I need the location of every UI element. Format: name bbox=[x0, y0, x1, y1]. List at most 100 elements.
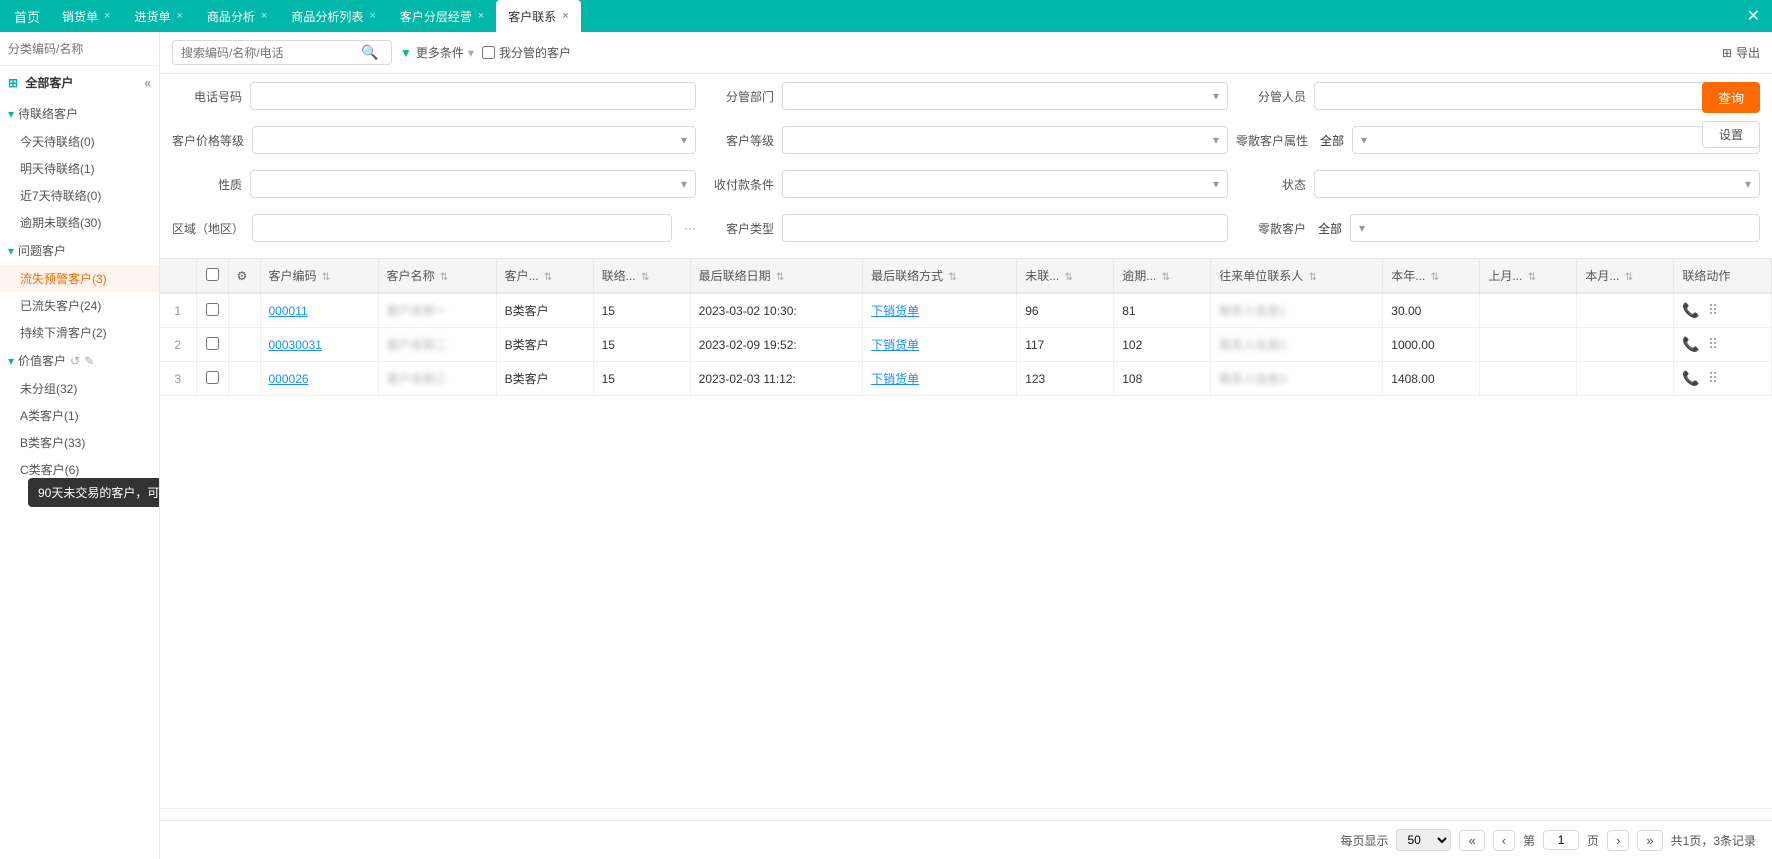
refresh-icon[interactable]: ↺ bbox=[70, 354, 80, 368]
sidebar-item-class-a[interactable]: A类客户(1) bbox=[0, 402, 159, 429]
sort-icon-code[interactable]: ⇅ bbox=[322, 272, 330, 283]
col-action: 联络动作 bbox=[1674, 259, 1772, 293]
tab-home[interactable]: 首页 bbox=[4, 7, 50, 26]
tab-analysis[interactable]: 商品分析 × bbox=[195, 0, 279, 32]
arrow-down-icon: ▾ bbox=[8, 107, 14, 121]
filter-row-zero-customer: 零散客户 全部 ▾ bbox=[1236, 214, 1760, 242]
main-search-input[interactable] bbox=[181, 46, 361, 60]
sidebar-item-churn-warning[interactable]: 流失预警客户(3) bbox=[0, 265, 159, 292]
status-select[interactable]: ▾ bbox=[1314, 170, 1760, 198]
close-tab-analysis[interactable]: × bbox=[261, 10, 267, 22]
close-tab-sales[interactable]: × bbox=[104, 10, 110, 22]
sidebar-group-problem-header[interactable]: ▾ 问题客户 bbox=[0, 236, 159, 265]
first-page-btn[interactable]: « bbox=[1459, 830, 1484, 851]
sidebar-item-tomorrow-pending[interactable]: 明天待联络(1) bbox=[0, 155, 159, 182]
row-this-year-1: 30.00 bbox=[1383, 293, 1480, 328]
sort-icon-overdue[interactable]: ⇅ bbox=[1162, 272, 1170, 283]
row-last-type-2[interactable]: 下销货单 bbox=[863, 328, 1017, 362]
horizontal-scrollbar[interactable] bbox=[160, 808, 1772, 820]
all-customers-header[interactable]: ⊞ 全部客户 « bbox=[0, 66, 159, 99]
window-close-icon[interactable]: ✕ bbox=[1747, 6, 1768, 26]
gender-select[interactable]: ▾ bbox=[250, 170, 696, 198]
row-last-type-1[interactable]: 下销货单 bbox=[863, 293, 1017, 328]
sidebar-collapse-icon[interactable]: « bbox=[144, 76, 151, 90]
close-tab-customer-contact[interactable]: × bbox=[562, 10, 568, 22]
region-select[interactable] bbox=[252, 214, 672, 242]
customer-type-select[interactable] bbox=[782, 214, 1228, 242]
row-check-3[interactable] bbox=[196, 362, 228, 396]
action-phone-icon-1[interactable]: 📞 bbox=[1682, 302, 1699, 319]
sidebar-item-overdue-pending[interactable]: 逾期未联络(30) bbox=[0, 209, 159, 236]
sidebar: 🔍 ⊞ 全部客户 « ▾ 待联络客户 今天待联络(0) 明天待联络(1) 近7天… bbox=[0, 32, 160, 859]
row-code-2[interactable]: 00030031 bbox=[260, 328, 378, 362]
tab-customer-tier[interactable]: 客户分层经营 × bbox=[388, 0, 496, 32]
table-row: 2 00030031 客户名称二 B类客户 15 2023- bbox=[160, 328, 1772, 362]
sidebar-item-declining[interactable]: 持续下滑客户(2) bbox=[0, 319, 159, 346]
sort-icon-partner[interactable]: ⇅ bbox=[1309, 272, 1317, 283]
sort-icon-contact[interactable]: ⇅ bbox=[641, 272, 649, 283]
tab-sales[interactable]: 销货单 × bbox=[50, 0, 122, 32]
zero-customer-select[interactable]: ▾ bbox=[1350, 214, 1760, 242]
sort-icon-last-month[interactable]: ⇅ bbox=[1528, 272, 1536, 283]
edit-icon[interactable]: ✎ bbox=[84, 354, 94, 368]
prev-page-btn[interactable]: ‹ bbox=[1493, 830, 1515, 851]
sort-icon-this-year[interactable]: ⇅ bbox=[1431, 272, 1439, 283]
tab-purchase[interactable]: 进货单 × bbox=[122, 0, 194, 32]
select-all-checkbox[interactable] bbox=[206, 268, 219, 281]
sort-icon-not-contacted[interactable]: ⇅ bbox=[1065, 272, 1073, 283]
action-more-icon-2[interactable]: ⠿ bbox=[1708, 336, 1718, 353]
sort-icon-this-month[interactable]: ⇅ bbox=[1625, 272, 1633, 283]
action-phone-icon-2[interactable]: 📞 bbox=[1682, 336, 1699, 353]
my-customers-check[interactable] bbox=[482, 46, 495, 59]
action-phone-icon-3[interactable]: 📞 bbox=[1682, 370, 1699, 387]
main-search-icon[interactable]: 🔍 bbox=[361, 44, 378, 61]
sidebar-item-ungrouped[interactable]: 未分组(32) bbox=[0, 375, 159, 402]
sort-icon-name[interactable]: ⇅ bbox=[440, 272, 448, 283]
page-input[interactable] bbox=[1543, 830, 1579, 850]
sidebar-group-pending-header[interactable]: ▾ 待联络客户 bbox=[0, 99, 159, 128]
my-customers-checkbox[interactable]: 我分管的客户 bbox=[482, 44, 571, 61]
col-settings[interactable]: ⚙ bbox=[228, 259, 260, 293]
sidebar-group-value-header[interactable]: ▾ 价值客户 ↺ ✎ bbox=[0, 346, 159, 375]
sort-icon-last-type[interactable]: ⇅ bbox=[949, 272, 957, 283]
per-page-select[interactable]: 50 20 100 bbox=[1396, 829, 1451, 851]
region-dots[interactable]: ··· bbox=[684, 221, 696, 235]
next-page-btn[interactable]: › bbox=[1607, 830, 1629, 851]
tab-analysis-list[interactable]: 商品分析列表 × bbox=[279, 0, 387, 32]
zero-customer-label: 零散客户 bbox=[1236, 220, 1306, 237]
row-code-3[interactable]: 000026 bbox=[260, 362, 378, 396]
zero-attr-select[interactable]: ▾ bbox=[1352, 126, 1760, 154]
payment-select[interactable]: ▾ bbox=[782, 170, 1228, 198]
tab-customer-contact[interactable]: 客户联系 × bbox=[496, 0, 580, 32]
close-tab-purchase[interactable]: × bbox=[176, 10, 182, 22]
sidebar-search-input[interactable] bbox=[8, 42, 160, 56]
person-select[interactable] bbox=[1314, 82, 1736, 110]
sidebar-item-class-b[interactable]: B类客户(33) bbox=[0, 429, 159, 456]
row-check-1[interactable] bbox=[196, 293, 228, 328]
sort-icon-type[interactable]: ⇅ bbox=[544, 272, 552, 283]
price-level-select[interactable]: ▾ bbox=[252, 126, 696, 154]
row-check-2[interactable] bbox=[196, 328, 228, 362]
sidebar-item-churned[interactable]: 已流失客户(24) bbox=[0, 292, 159, 319]
action-more-icon-3[interactable]: ⠿ bbox=[1708, 370, 1718, 387]
page-label: 第 bbox=[1523, 832, 1535, 849]
phone-input[interactable] bbox=[250, 82, 696, 110]
row-overdue-2: 102 bbox=[1114, 328, 1211, 362]
row-last-type-3[interactable]: 下销货单 bbox=[863, 362, 1017, 396]
last-page-btn[interactable]: » bbox=[1637, 830, 1662, 851]
sidebar-item-today-pending[interactable]: 今天待联络(0) bbox=[0, 128, 159, 155]
more-conditions-btn[interactable]: ▼ 更多条件 ▾ bbox=[400, 44, 474, 61]
close-tab-analysis-list[interactable]: × bbox=[369, 10, 375, 22]
table-row: 3 000026 客户名称三 B类客户 15 2023-02 bbox=[160, 362, 1772, 396]
dept-select[interactable]: ▾ bbox=[782, 82, 1228, 110]
settings-button[interactable]: 设置 bbox=[1702, 121, 1760, 148]
sidebar-item-week-pending[interactable]: 近7天待联络(0) bbox=[0, 182, 159, 209]
action-more-icon-1[interactable]: ⠿ bbox=[1708, 302, 1718, 319]
row-code-1[interactable]: 000011 bbox=[260, 293, 378, 328]
customer-level-select[interactable]: ▾ bbox=[782, 126, 1228, 154]
sort-icon-last-date[interactable]: ⇅ bbox=[776, 272, 784, 283]
query-button[interactable]: 查询 bbox=[1702, 82, 1760, 113]
close-tab-customer-tier[interactable]: × bbox=[478, 10, 484, 22]
sidebar-group-value: ▾ 价值客户 ↺ ✎ 未分组(32) A类客户(1) B类客户(33) C类客户… bbox=[0, 346, 159, 483]
export-btn[interactable]: ⊞ 导出 bbox=[1722, 44, 1760, 61]
